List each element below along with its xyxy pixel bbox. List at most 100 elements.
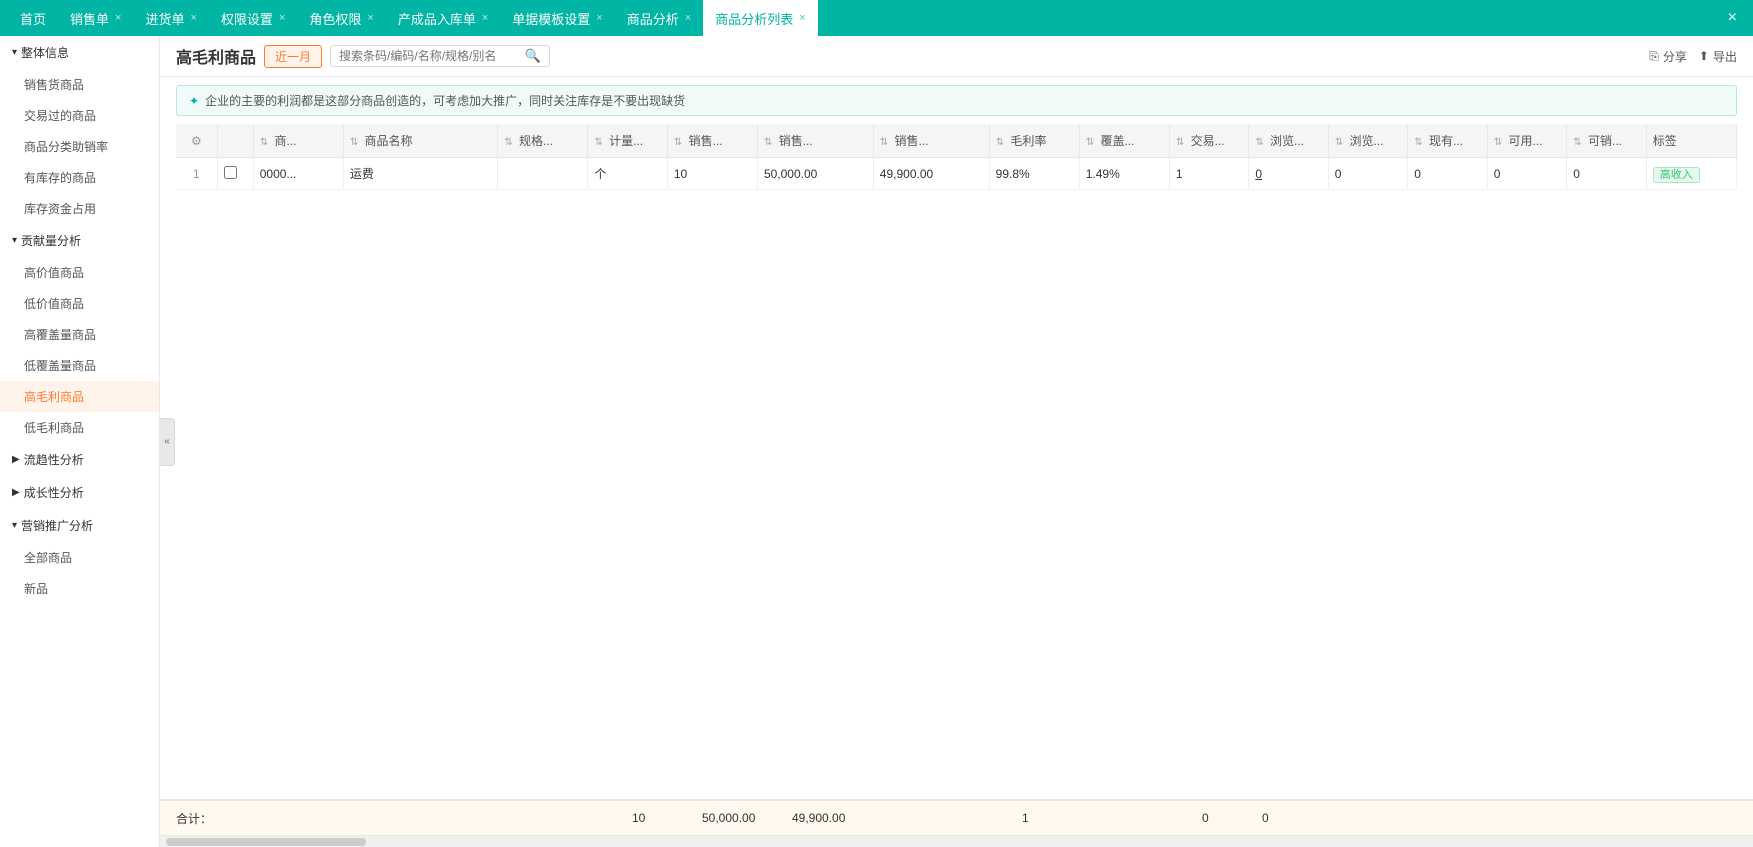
row-gross-margin: 99.8% bbox=[989, 158, 1079, 190]
col-checkbox bbox=[217, 124, 253, 158]
sidebar-item-in-stock[interactable]: 有库存的商品 bbox=[0, 162, 159, 193]
nav-purchase[interactable]: 进货单 × bbox=[133, 0, 208, 36]
arrow-growth-icon: ▶ bbox=[12, 487, 20, 498]
sidebar-section-trend[interactable]: ▶ 流趋性分析 bbox=[0, 443, 159, 476]
footer-cells: 10 50,000.00 49,900.00 1 0 0 bbox=[296, 811, 1737, 825]
sidebar-item-high-value[interactable]: 高价值商品 bbox=[0, 257, 159, 288]
nav-analysis-list[interactable]: 商品分析列表 × bbox=[703, 0, 817, 36]
row-name: 运费 bbox=[343, 158, 497, 190]
filter-month-button[interactable]: 近一月 bbox=[264, 45, 322, 68]
content-header: 高毛利商品 近一月 🔍 ⎘ 分享 ⬆ 导出 bbox=[160, 36, 1753, 77]
col-gross-margin[interactable]: 毛利率 bbox=[989, 124, 1079, 158]
col-current[interactable]: 现有... bbox=[1408, 124, 1487, 158]
nav-analysis[interactable]: 商品分析 × bbox=[615, 0, 703, 36]
nav-sales[interactable]: 销售单 × bbox=[58, 0, 133, 36]
scroll-thumb[interactable] bbox=[166, 838, 366, 846]
arrow-trend-icon: ▶ bbox=[12, 454, 20, 465]
row-sale-amount: 50,000.00 bbox=[757, 158, 873, 190]
nav-right-area: × bbox=[1720, 9, 1745, 27]
col-tag: 标签 bbox=[1646, 124, 1736, 158]
sidebar-item-category-rate[interactable]: 商品分类助销率 bbox=[0, 131, 159, 162]
sidebar-collapse-button[interactable]: « bbox=[160, 418, 175, 466]
search-icon[interactable]: 🔍 bbox=[525, 48, 541, 64]
footer-spacer2 bbox=[496, 811, 626, 825]
nav-home[interactable]: 首页 bbox=[8, 0, 58, 36]
col-browse1[interactable]: 浏览... bbox=[1249, 124, 1328, 158]
close-permission-icon[interactable]: × bbox=[279, 12, 285, 24]
share-icon: ⎘ bbox=[1649, 49, 1659, 64]
row-sellable: 0 bbox=[1567, 158, 1646, 190]
bottom-scrollbar[interactable] bbox=[160, 835, 1753, 847]
footer-sale-amount: 50,000.00 bbox=[696, 811, 786, 825]
sidebar-item-low-value[interactable]: 低价值商品 bbox=[0, 288, 159, 319]
row-unit: 个 bbox=[588, 158, 667, 190]
search-input[interactable] bbox=[339, 49, 525, 63]
col-name[interactable]: 商品名称 bbox=[343, 124, 497, 158]
row-browse1[interactable]: 0 bbox=[1249, 158, 1328, 190]
close-analysis-list-icon[interactable]: × bbox=[799, 12, 805, 24]
col-available[interactable]: 可用... bbox=[1487, 124, 1566, 158]
arrow-overall-icon: ▾ bbox=[12, 47, 17, 58]
sidebar: ▾ 整体信息 销售货商品 交易过的商品 商品分类助销率 有库存的商品 库存资金占… bbox=[0, 36, 160, 847]
col-sale-profit[interactable]: 销售... bbox=[873, 124, 989, 158]
row-checkbox[interactable] bbox=[217, 158, 253, 190]
row-code: 0000... bbox=[253, 158, 343, 190]
col-coverage[interactable]: 覆盖... bbox=[1079, 124, 1169, 158]
col-browse2[interactable]: 浏览... bbox=[1328, 124, 1407, 158]
row-spec bbox=[498, 158, 588, 190]
nav-product-inbound[interactable]: 产成品入库单 × bbox=[386, 0, 500, 36]
sidebar-item-new-goods[interactable]: 新品 bbox=[0, 573, 159, 604]
nav-permission[interactable]: 权限设置 × bbox=[209, 0, 297, 36]
col-sellable[interactable]: 可销... bbox=[1567, 124, 1646, 158]
close-analysis-icon[interactable]: × bbox=[685, 12, 691, 24]
sidebar-item-high-margin[interactable]: 高毛利商品 bbox=[0, 381, 159, 412]
footer-sale-profit: 49,900.00 bbox=[786, 811, 876, 825]
row-current: 0 bbox=[1408, 158, 1487, 190]
close-template-icon[interactable]: × bbox=[596, 12, 602, 24]
page-title: 高毛利商品 bbox=[176, 44, 256, 68]
footer-available: 0 bbox=[1256, 811, 1316, 825]
arrow-marketing-icon: ▾ bbox=[12, 520, 17, 531]
footer-trade: 1 bbox=[1016, 811, 1076, 825]
col-settings[interactable]: ⚙ bbox=[176, 124, 217, 158]
row-sale-profit: 49,900.00 bbox=[873, 158, 989, 190]
info-icon: ✦ bbox=[189, 94, 199, 108]
footer-current: 0 bbox=[1196, 811, 1256, 825]
close-window-icon[interactable]: × bbox=[1720, 9, 1745, 27]
export-button[interactable]: ⬆ 导出 bbox=[1699, 48, 1737, 65]
col-spec[interactable]: 规格... bbox=[498, 124, 588, 158]
share-button[interactable]: ⎘ 分享 bbox=[1649, 48, 1687, 65]
nav-template[interactable]: 单据模板设置 × bbox=[500, 0, 614, 36]
sidebar-item-traded-goods[interactable]: 交易过的商品 bbox=[0, 100, 159, 131]
content-area: « 高毛利商品 近一月 🔍 ⎘ 分享 ⬆ 导出 ✦ 企 bbox=[160, 36, 1753, 847]
footer-sale-qty: 10 bbox=[626, 811, 696, 825]
col-trade[interactable]: 交易... bbox=[1169, 124, 1248, 158]
row-tag: 高收入 bbox=[1646, 158, 1736, 190]
col-sale-amount[interactable]: 销售... bbox=[757, 124, 873, 158]
sidebar-section-contribution[interactable]: ▾ 贡献量分析 bbox=[0, 224, 159, 257]
row-index: 1 bbox=[176, 158, 217, 190]
sidebar-item-stock-fund[interactable]: 库存资金占用 bbox=[0, 193, 159, 224]
close-role-icon[interactable]: × bbox=[367, 12, 373, 24]
row-sale-qty: 10 bbox=[667, 158, 757, 190]
sidebar-item-all-goods[interactable]: 全部商品 bbox=[0, 542, 159, 573]
main-layout: ▾ 整体信息 销售货商品 交易过的商品 商品分类助销率 有库存的商品 库存资金占… bbox=[0, 36, 1753, 847]
sidebar-section-overall[interactable]: ▾ 整体信息 bbox=[0, 36, 159, 69]
sidebar-item-sales-goods[interactable]: 销售货商品 bbox=[0, 69, 159, 100]
sidebar-item-low-coverage[interactable]: 低覆盖量商品 bbox=[0, 350, 159, 381]
nav-role[interactable]: 角色权限 × bbox=[297, 0, 385, 36]
sidebar-item-high-coverage[interactable]: 高覆盖量商品 bbox=[0, 319, 159, 350]
top-navigation: 首页 销售单 × 进货单 × 权限设置 × 角色权限 × 产成品入库单 × 单据… bbox=[0, 0, 1753, 36]
col-code[interactable]: 商... bbox=[253, 124, 343, 158]
footer-spacer4 bbox=[1076, 811, 1196, 825]
sidebar-section-marketing[interactable]: ▾ 营销推广分析 bbox=[0, 509, 159, 542]
close-sales-icon[interactable]: × bbox=[115, 12, 121, 24]
col-unit[interactable]: 计量... bbox=[588, 124, 667, 158]
table-container: ⚙ 商... 商品名称 规格... 计量... bbox=[160, 124, 1753, 799]
sidebar-section-growth[interactable]: ▶ 成长性分析 bbox=[0, 476, 159, 509]
close-purchase-icon[interactable]: × bbox=[190, 12, 196, 24]
sidebar-item-low-margin[interactable]: 低毛利商品 bbox=[0, 412, 159, 443]
col-sale-qty[interactable]: 销售... bbox=[667, 124, 757, 158]
close-product-inbound-icon[interactable]: × bbox=[482, 12, 488, 24]
arrow-contribution-icon: ▾ bbox=[12, 235, 17, 246]
